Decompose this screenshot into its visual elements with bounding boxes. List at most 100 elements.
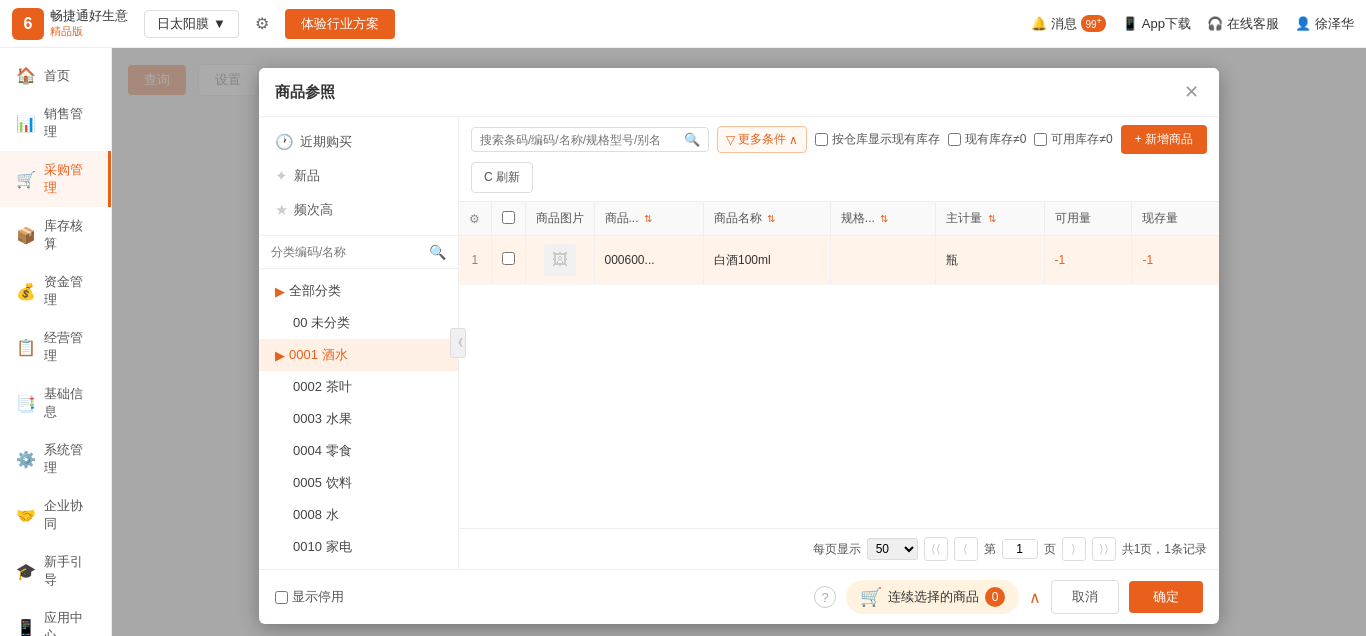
sidebar-item-4[interactable]: 💰资金管理: [0, 263, 111, 319]
th-unit[interactable]: 主计量 ⇅: [936, 202, 1044, 236]
row-checkbox[interactable]: [502, 252, 515, 265]
filter-button[interactable]: ▽ 更多条件 ∧: [717, 126, 807, 153]
clock-icon: 🕐: [275, 133, 294, 151]
category-fruit[interactable]: 0003 水果: [259, 403, 458, 435]
page-number-input[interactable]: [1002, 539, 1038, 559]
category-search-input[interactable]: [271, 245, 423, 259]
sort-icon-code: ⇅: [644, 213, 652, 224]
sidebar-item-2[interactable]: 🛒采购管理: [0, 151, 111, 207]
product-table: ⚙ 商品图片 商品... ⇅ 商品名称: [459, 202, 1219, 285]
product-table-container: ⚙ 商品图片 商品... ⇅ 商品名称: [459, 202, 1219, 528]
search-icon[interactable]: 🔍: [684, 132, 700, 147]
sidebar-item-8[interactable]: 🤝企业协同: [0, 487, 111, 543]
nav-right: 🔔 消息 99+ 📱 App下载 🎧 在线客服 👤 徐泽华: [1031, 15, 1354, 33]
sort-icon-unit: ⇅: [988, 213, 996, 224]
logo-icon: 6: [12, 8, 44, 40]
category-all[interactable]: ▶ 全部分类: [259, 275, 458, 307]
th-available: 可用量: [1044, 202, 1132, 236]
notifications[interactable]: 🔔 消息 99+: [1031, 15, 1105, 33]
row-name: 白酒100ml: [703, 236, 830, 285]
row-stock: -1: [1132, 236, 1219, 285]
th-code[interactable]: 商品... ⇅: [594, 202, 703, 236]
th-spec[interactable]: 规格... ⇅: [830, 202, 935, 236]
customer-service[interactable]: 🎧 在线客服: [1207, 15, 1279, 33]
sidebar-icon-1: 📊: [16, 114, 36, 133]
sidebar-item-0[interactable]: 🏠首页: [0, 56, 111, 95]
sidebar-icon-9: 🎓: [16, 562, 36, 581]
category-uncategorized[interactable]: 00 未分类: [259, 307, 458, 339]
modal-footer: 显示停用 ? 🛒 连续选择的商品 0 ∧ 取消 确定: [259, 569, 1219, 624]
product-search-input[interactable]: [480, 133, 680, 147]
last-page-button[interactable]: ⟩⟩: [1092, 537, 1116, 561]
row-num: 1: [459, 236, 491, 285]
user-icon: 👤: [1295, 16, 1311, 31]
sidebar-item-9[interactable]: 🎓 新手引导: [0, 543, 111, 599]
sidebar-item-1[interactable]: 📊销售管理: [0, 95, 111, 151]
shortcut-frequent[interactable]: ★ 频次高: [259, 193, 458, 227]
help-button[interactable]: ?: [814, 586, 836, 608]
modal-close-button[interactable]: ✕: [1179, 80, 1203, 104]
left-panel: 🕐 近期购买 ✦ 新品 ★ 频次高: [259, 117, 459, 569]
modal-header: 商品参照 ✕: [259, 68, 1219, 117]
sidebar-label-7: 系统管理: [44, 441, 95, 477]
category-drinks[interactable]: 0005 饮料: [259, 467, 458, 499]
category-liquor[interactable]: ▶ 0001 酒水: [259, 339, 458, 371]
collapse-footer-button[interactable]: ∧: [1029, 588, 1041, 607]
sidebar-icon-2: 🛒: [16, 170, 36, 189]
category-tea[interactable]: 0002 茶叶: [259, 371, 458, 403]
sidebar-item-5[interactable]: 📋经营管理: [0, 319, 111, 375]
sidebar-label-8: 企业协同: [44, 497, 95, 533]
category-water[interactable]: 0008 水: [259, 499, 458, 531]
nav-dropdown[interactable]: 日太阳膜 ▼: [144, 10, 239, 38]
category-appliances[interactable]: 0010 家电: [259, 531, 458, 563]
sidebar-item-6[interactable]: 📑基础信息: [0, 375, 111, 431]
filter-icon: ▽: [726, 133, 735, 147]
select-all-checkbox[interactable]: [502, 211, 515, 224]
sidebar-item-10[interactable]: 📱应用中心: [0, 599, 111, 636]
logo-text: 畅捷通好生意 精品版: [50, 8, 128, 40]
cart-area[interactable]: 🛒 连续选择的商品 0: [846, 580, 1019, 614]
shortcut-new[interactable]: ✦ 新品: [259, 159, 458, 193]
sidebar-label-5: 经营管理: [44, 329, 95, 365]
per-page-select[interactable]: 50 20 100: [867, 538, 918, 560]
toolbar: 🔍 ▽ 更多条件 ∧ 按仓库显示现有库存: [459, 117, 1219, 202]
category-snacks[interactable]: 0004 零食: [259, 435, 458, 467]
th-name[interactable]: 商品名称 ⇅: [703, 202, 830, 236]
collapse-panel-button[interactable]: 《: [450, 328, 466, 358]
main-layout: 🏠首页📊销售管理🛒采购管理📦库存核算💰资金管理📋经营管理📑基础信息⚙️系统管理🤝…: [0, 48, 1366, 636]
app-download[interactable]: 📱 App下载: [1122, 15, 1191, 33]
cart-icon: 🛒: [860, 586, 882, 608]
top-nav: 6 畅捷通好生意 精品版 日太阳膜 ▼ ⚙ 体验行业方案 🔔 消息 99+ 📱 …: [0, 0, 1366, 48]
cancel-button[interactable]: 取消: [1051, 580, 1119, 614]
trial-button[interactable]: 体验行业方案: [285, 9, 395, 39]
confirm-button[interactable]: 确定: [1129, 581, 1203, 613]
gear-icon[interactable]: ⚙: [247, 9, 277, 39]
available-stock-checkbox[interactable]: 现有库存≠0: [948, 131, 1026, 148]
fire-icon: ★: [275, 201, 288, 219]
product-modal: 商品参照 ✕ 🕐 近期购买 ✦: [259, 68, 1219, 624]
show-disabled-checkbox[interactable]: 显示停用: [275, 588, 344, 606]
main-content: 查询 设置 商品参照 ✕ 🕐: [112, 48, 1366, 636]
next-page-button[interactable]: ⟩: [1062, 537, 1086, 561]
add-product-button[interactable]: + 新增商品: [1121, 125, 1207, 154]
prev-page-button[interactable]: ⟨: [954, 537, 978, 561]
usable-stock-checkbox[interactable]: 可用库存≠0: [1034, 131, 1112, 148]
sort-icon-name: ⇅: [767, 213, 775, 224]
sidebar-icon-10: 📱: [16, 618, 36, 637]
search-icon[interactable]: 🔍: [429, 244, 446, 260]
refresh-button[interactable]: C 刷新: [471, 162, 533, 193]
warehouse-display-checkbox[interactable]: 按仓库显示现有库存: [815, 131, 940, 148]
first-page-button[interactable]: ⟨⟨: [924, 537, 948, 561]
sidebar-item-7[interactable]: ⚙️系统管理: [0, 431, 111, 487]
table-row[interactable]: 1 🖼 000600... 白酒100ml 瓶: [459, 236, 1219, 285]
th-settings[interactable]: ⚙: [459, 202, 491, 236]
shortcut-recent[interactable]: 🕐 近期购买: [259, 125, 458, 159]
th-checkbox[interactable]: [491, 202, 525, 236]
logo-area: 6 畅捷通好生意 精品版: [12, 8, 128, 40]
row-checkbox-cell[interactable]: [491, 236, 525, 285]
sidebar-label-9: 新手引导: [44, 553, 95, 589]
sidebar-label-6: 基础信息: [44, 385, 95, 421]
sidebar-item-3[interactable]: 📦库存核算: [0, 207, 111, 263]
product-search-box: 🔍: [471, 127, 709, 152]
user-avatar[interactable]: 👤 徐泽华: [1295, 15, 1354, 33]
